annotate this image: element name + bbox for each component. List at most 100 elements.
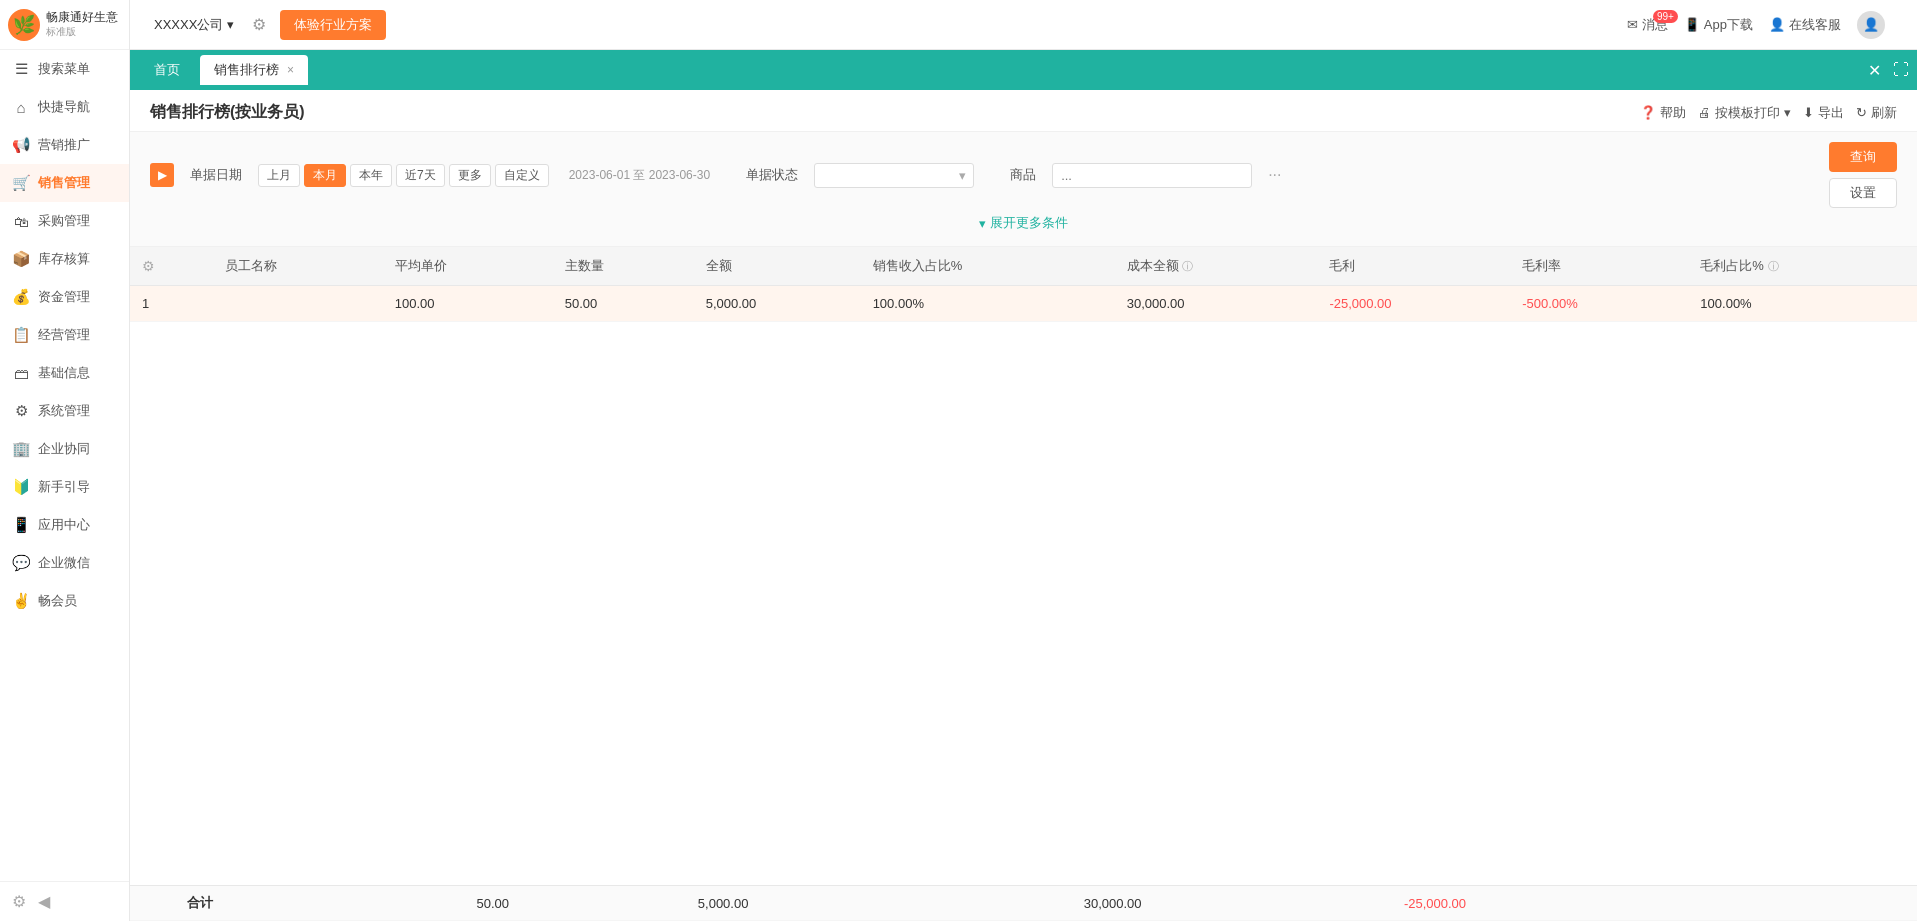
help-label: 帮助 (1660, 104, 1686, 122)
tab-home[interactable]: 首页 (138, 50, 196, 90)
topbar-right: ✉ 消息 99+ 📱 App下载 👤 在线客服 👤 (1627, 11, 1901, 39)
guide-icon: 🔰 (12, 478, 30, 496)
sidebar-nav: ☰ 搜索菜单 ⌂ 快捷导航 📢 营销推广 🛒 销售管理 🛍 采购管理 📦 库存核… (0, 50, 129, 881)
industry-btn[interactable]: 体验行业方案 (280, 10, 386, 40)
refresh-icon: ↻ (1856, 105, 1867, 120)
cost-label: 成本全额 (1127, 258, 1179, 273)
online-service-btn[interactable]: 👤 在线客服 (1769, 16, 1841, 34)
sidebar-item-enterprise[interactable]: 🏢 企业协同 (0, 430, 129, 468)
sidebar-item-marketing[interactable]: 📢 营销推广 (0, 126, 129, 164)
footer-avg-price (371, 886, 465, 921)
app-download-btn[interactable]: 📱 App下载 (1684, 16, 1753, 34)
date-last7days-btn[interactable]: 近7天 (396, 164, 445, 187)
status-select[interactable] (814, 163, 974, 188)
window-close-icon[interactable]: ✕ (1868, 61, 1881, 80)
sidebar-item-inventory[interactable]: 📦 库存核算 (0, 240, 129, 278)
sidebar-item-shortcut[interactable]: ⌂ 快捷导航 (0, 88, 129, 126)
sidebar-item-vip[interactable]: ✌ 畅会员 (0, 582, 129, 620)
page-header: 销售排行榜(按业务员) ❓ 帮助 🖨 按模板打印 ▾ ⬇ 导出 ↻ 刷新 (130, 90, 1917, 132)
marketing-icon: 📢 (12, 136, 30, 154)
sidebar: 🌿 畅康通好生意 标准版 ☰ 搜索菜单 ⌂ 快捷导航 📢 营销推广 🛒 销售管理… (0, 0, 130, 921)
expand-more-btn[interactable]: ▾ 展开更多条件 (979, 214, 1068, 232)
finance-icon: 💰 (12, 288, 30, 306)
sidebar-item-finance[interactable]: 💰 资金管理 (0, 278, 129, 316)
tab-sales-ranking[interactable]: 销售排行榜 × (200, 55, 308, 85)
table-wrapper: ⚙ 员工名称 平均单价 主数量 全额 销售收入占比% 成本全额 ⓘ 毛利 毛利率 (130, 247, 1917, 885)
page-actions: ❓ 帮助 🖨 按模板打印 ▾ ⬇ 导出 ↻ 刷新 (1640, 104, 1897, 122)
settings-btn[interactable]: 设置 (1829, 178, 1897, 208)
topbar-settings-icon[interactable]: ⚙ (252, 15, 266, 34)
sidebar-item-system[interactable]: ⚙ 系统管理 (0, 392, 129, 430)
filter-bar: ▶ 单据日期 上月 本月 本年 近7天 更多 自定义 2023-06-01 至 … (130, 132, 1917, 247)
sidebar-item-label: 企业协同 (38, 440, 90, 458)
sales-icon: 🛒 (12, 174, 30, 192)
tabbar: 首页 销售排行榜 × ✕ ⛶ (130, 50, 1917, 90)
td-name (213, 286, 383, 322)
export-btn[interactable]: ⬇ 导出 (1803, 104, 1844, 122)
purchase-icon: 🛍 (12, 213, 30, 230)
date-custom-btn[interactable]: 自定义 (495, 164, 549, 187)
query-btn[interactable]: 查询 (1829, 142, 1897, 172)
apps-icon: 📱 (12, 516, 30, 534)
filter-toggle-btn[interactable]: ▶ (150, 163, 174, 187)
export-icon: ⬇ (1803, 105, 1814, 120)
date-last-month-btn[interactable]: 上月 (258, 164, 300, 187)
date-this-month-btn[interactable]: 本月 (304, 164, 346, 187)
goods-input[interactable] (1052, 163, 1252, 188)
footer-profit: -25,000.00 (1392, 886, 1729, 921)
messages-btn[interactable]: ✉ 消息 99+ (1627, 16, 1668, 34)
topbar: XXXXX公司 ▾ ⚙ 体验行业方案 ✉ 消息 99+ 📱 App下载 👤 在线… (130, 0, 1917, 50)
goods-filter-label: 商品 (1010, 166, 1036, 184)
status-filter-label: 单据状态 (746, 166, 798, 184)
expand-down-icon: ▾ (979, 216, 986, 231)
refresh-btn[interactable]: ↻ 刷新 (1856, 104, 1897, 122)
footer-row: 合计 50.00 5,000.00 30,000.00 -25,000.00 (130, 886, 1917, 921)
service-icon: 👤 (1769, 17, 1785, 32)
table-row: 1 100.00 50.00 5,000.00 100.00% 30,000.0… (130, 286, 1917, 322)
sidebar-item-label: 新手引导 (38, 478, 90, 496)
help-btn[interactable]: ❓ 帮助 (1640, 104, 1686, 122)
sidebar-item-apps[interactable]: 📱 应用中心 (0, 506, 129, 544)
sidebar-item-label: 基础信息 (38, 364, 90, 382)
footer-settings-icon[interactable]: ⚙ (12, 892, 26, 911)
user-avatar[interactable]: 👤 (1857, 11, 1885, 39)
main-area: XXXXX公司 ▾ ⚙ 体验行业方案 ✉ 消息 99+ 📱 App下载 👤 在线… (130, 0, 1917, 921)
app-name: 畅康通好生意 (46, 10, 118, 26)
filter-row-1: ▶ 单据日期 上月 本月 本年 近7天 更多 自定义 2023-06-01 至 … (150, 142, 1897, 208)
sidebar-item-operations[interactable]: 📋 经营管理 (0, 316, 129, 354)
window-maximize-icon[interactable]: ⛶ (1893, 61, 1909, 80)
cost-info-icon[interactable]: ⓘ (1182, 260, 1193, 272)
footer-profit-pct (1823, 886, 1917, 921)
td-profit-pct: 100.00% (1688, 286, 1917, 322)
refresh-label: 刷新 (1871, 104, 1897, 122)
sidebar-item-basic[interactable]: 🗃 基础信息 (0, 354, 129, 392)
message-icon: ✉ (1627, 17, 1638, 32)
tab-close-icon[interactable]: × (287, 63, 294, 77)
th-name: 员工名称 (213, 247, 383, 286)
app-edition: 标准版 (46, 25, 118, 39)
more-filters-icon[interactable]: ··· (1268, 166, 1281, 184)
sidebar-item-label: 销售管理 (38, 174, 90, 192)
th-profit-pct: 毛利占比% ⓘ (1688, 247, 1917, 286)
print-btn[interactable]: 🖨 按模板打印 ▾ (1698, 104, 1791, 122)
date-buttons: 上月 本月 本年 近7天 更多 自定义 (258, 164, 549, 187)
sidebar-item-search[interactable]: ☰ 搜索菜单 (0, 50, 129, 88)
sidebar-item-wechat[interactable]: 💬 企业微信 (0, 544, 129, 582)
sidebar-item-label: 搜索菜单 (38, 60, 90, 78)
app-download-icon: 📱 (1684, 17, 1700, 32)
th-avg-price: 平均单价 (383, 247, 553, 286)
vip-icon: ✌ (12, 592, 30, 610)
sidebar-item-guide[interactable]: 🔰 新手引导 (0, 468, 129, 506)
column-settings-icon[interactable]: ⚙ (142, 258, 155, 274)
sidebar-item-sales[interactable]: 🛒 销售管理 (0, 164, 129, 202)
date-more-btn[interactable]: 更多 (449, 164, 491, 187)
profit-pct-label: 毛利占比% (1700, 258, 1764, 273)
footer-collapse-icon[interactable]: ◀ (38, 892, 50, 911)
app-download-label: App下载 (1704, 16, 1753, 34)
company-selector[interactable]: XXXXX公司 ▾ (146, 12, 242, 38)
date-this-year-btn[interactable]: 本年 (350, 164, 392, 187)
profit-pct-info-icon[interactable]: ⓘ (1768, 260, 1779, 272)
basic-icon: 🗃 (12, 365, 30, 382)
print-icon: 🖨 (1698, 105, 1711, 120)
sidebar-item-purchase[interactable]: 🛍 采购管理 (0, 202, 129, 240)
